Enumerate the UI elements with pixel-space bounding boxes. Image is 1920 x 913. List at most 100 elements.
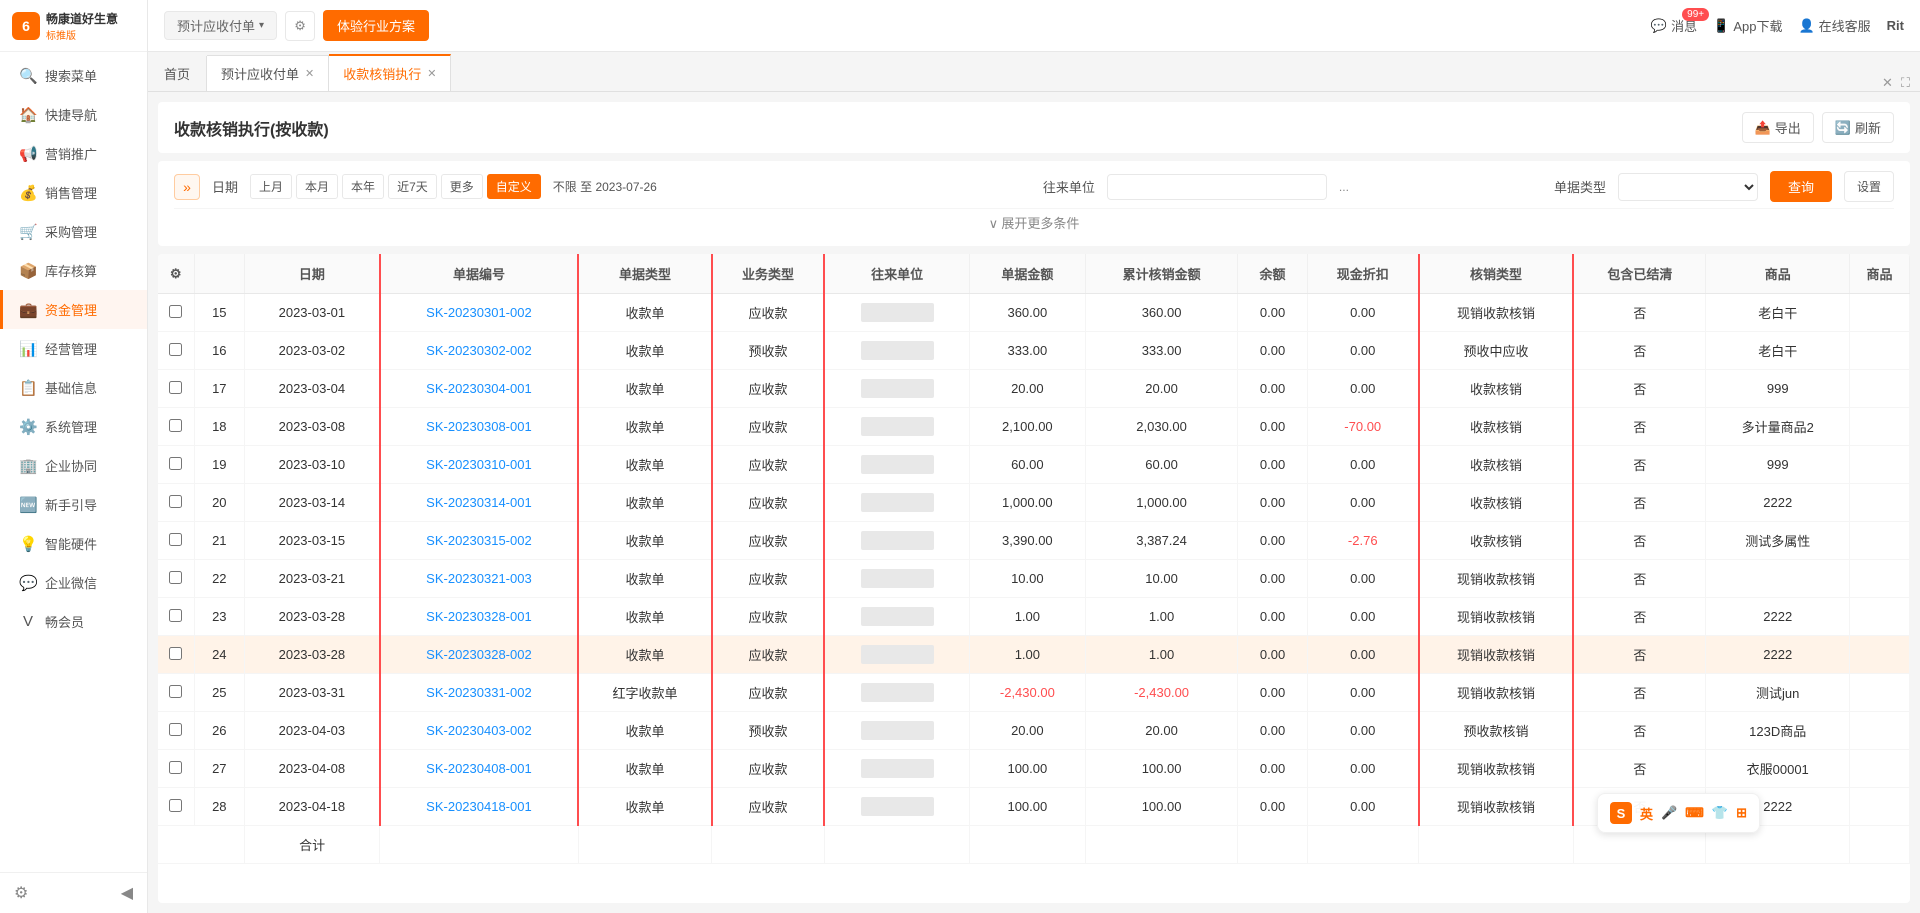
cell-checkbox[interactable] xyxy=(158,750,194,788)
sidebar-item-inventory[interactable]: 📦库存核算 xyxy=(0,251,147,290)
cell-biz-type: 预收款 xyxy=(712,332,825,370)
doc-no-link[interactable]: SK-20230301-002 xyxy=(426,305,532,320)
tab-collection-close[interactable]: ✕ xyxy=(427,67,436,80)
tab-home[interactable]: 首页 xyxy=(148,56,207,91)
cell-checkbox[interactable] xyxy=(158,294,194,332)
date-this-year[interactable]: 本年 xyxy=(342,174,384,199)
sidebar-collapse-icon[interactable]: ◀ xyxy=(121,883,133,903)
cell-checkbox[interactable] xyxy=(158,332,194,370)
doc-no-link[interactable]: SK-20230418-001 xyxy=(426,799,532,814)
cell-verified-amount: 20.00 xyxy=(1085,712,1238,750)
cell-checkbox[interactable] xyxy=(158,408,194,446)
sidebar-setting-icon[interactable]: ⚙ xyxy=(14,883,28,903)
cell-checkbox[interactable] xyxy=(158,636,194,674)
footer-discount xyxy=(1307,826,1419,864)
tab-prepay-close[interactable]: ✕ xyxy=(305,67,314,80)
tab-expand-icon[interactable]: ⛶ xyxy=(1901,75,1910,91)
mic-icon[interactable]: 🎤 xyxy=(1661,805,1677,821)
filter-settings-button[interactable]: 设置 xyxy=(1844,171,1894,202)
cell-checkbox[interactable] xyxy=(158,560,194,598)
doc-no-link[interactable]: SK-20230408-001 xyxy=(426,761,532,776)
sidebar-label-hardware: 智能硬件 xyxy=(45,534,97,553)
sidebar-item-finance[interactable]: 💼资金管理 xyxy=(0,290,147,329)
breadcrumb[interactable]: 预计应收付单 ▾ xyxy=(164,11,277,40)
sidebar-item-enterprise[interactable]: 🏢企业协同 xyxy=(0,446,147,485)
shirt-icon[interactable]: 👕 xyxy=(1712,805,1728,821)
tab-prepay[interactable]: 预计应收付单 ✕ xyxy=(207,55,329,91)
sidebar-item-marketing[interactable]: 📢营销推广 xyxy=(0,134,147,173)
doc-no-link[interactable]: SK-20230315-002 xyxy=(426,533,532,548)
sidebar-item-member[interactable]: V畅会员 xyxy=(0,602,147,641)
cell-checkbox[interactable] xyxy=(158,446,194,484)
message-button[interactable]: 💬 消息 99+ xyxy=(1651,16,1697,35)
export-button[interactable]: 📤 导出 xyxy=(1742,112,1814,143)
filter-more-dots[interactable]: ... xyxy=(1339,180,1349,194)
doc-no-link[interactable]: SK-20230304-001 xyxy=(426,381,532,396)
sidebar-item-hardware[interactable]: 💡智能硬件 xyxy=(0,524,147,563)
app-download-button[interactable]: 📱 App下载 xyxy=(1713,16,1782,35)
tab-collection[interactable]: 收款核销执行 ✕ xyxy=(329,54,451,91)
sidebar-item-quicknav[interactable]: 🏠快捷导航 xyxy=(0,95,147,134)
date-last-month[interactable]: 上月 xyxy=(250,174,292,199)
cell-verify-type: 现销收款核销 xyxy=(1419,636,1573,674)
column-settings[interactable]: ⚙ xyxy=(158,254,194,294)
receipt-type-select[interactable]: 收款单 红字收款单 xyxy=(1618,173,1758,201)
sidebar-menu: 🔍搜索菜单🏠快捷导航📢营销推广💰销售管理🛒采购管理📦库存核算💼资金管理📊经营管理… xyxy=(0,52,147,872)
cell-product2 xyxy=(1850,522,1910,560)
doc-no-link[interactable]: SK-20230331-002 xyxy=(426,685,532,700)
online-service-button[interactable]: 👤 在线客服 xyxy=(1798,16,1870,35)
doc-no-link[interactable]: SK-20230302-002 xyxy=(426,343,532,358)
tab-close-all-icon[interactable]: ✕ xyxy=(1882,75,1893,91)
date-more[interactable]: 更多 xyxy=(441,174,483,199)
grid-icon[interactable]: ⊞ xyxy=(1736,805,1747,821)
table-row: 21 2023-03-15 SK-20230315-002 收款单 应收款 ██… xyxy=(158,522,1910,560)
topbar-settings-button[interactable]: ⚙ xyxy=(285,11,315,41)
cell-checkbox[interactable] xyxy=(158,674,194,712)
sidebar-item-wechat[interactable]: 💬企业微信 xyxy=(0,563,147,602)
expand-more-button[interactable]: ∨ 展开更多条件 xyxy=(174,208,1894,236)
cell-date: 2023-03-14 xyxy=(245,484,380,522)
doc-no-link[interactable]: SK-20230314-001 xyxy=(426,495,532,510)
doc-no-link[interactable]: SK-20230308-001 xyxy=(426,419,532,434)
refresh-icon: 🔄 xyxy=(1835,120,1851,136)
cell-doc-no: SK-20230308-001 xyxy=(380,408,579,446)
cell-checkbox[interactable] xyxy=(158,484,194,522)
cell-seq: 23 xyxy=(194,598,245,636)
cell-checkbox[interactable] xyxy=(158,522,194,560)
table-row: 17 2023-03-04 SK-20230304-001 收款单 应收款 ██… xyxy=(158,370,1910,408)
cell-include-settled: 否 xyxy=(1573,294,1706,332)
refresh-button[interactable]: 🔄 刷新 xyxy=(1822,112,1894,143)
date-this-month[interactable]: 本月 xyxy=(296,174,338,199)
sidebar-item-guide[interactable]: 🆕新手引导 xyxy=(0,485,147,524)
keyboard-icon[interactable]: ⌨ xyxy=(1685,805,1704,821)
doc-no-link[interactable]: SK-20230310-001 xyxy=(426,457,532,472)
sidebar-item-sales[interactable]: 💰销售管理 xyxy=(0,173,147,212)
user-avatar[interactable]: Rit xyxy=(1887,18,1904,33)
cell-checkbox[interactable] xyxy=(158,712,194,750)
cell-include-settled: 否 xyxy=(1573,560,1706,598)
doc-no-link[interactable]: SK-20230321-003 xyxy=(426,571,532,586)
cell-checkbox[interactable] xyxy=(158,598,194,636)
date-custom[interactable]: 自定义 xyxy=(487,174,541,199)
doc-no-link[interactable]: SK-20230403-002 xyxy=(426,723,532,738)
cell-doc-type: 收款单 xyxy=(578,598,711,636)
sidebar-item-basic[interactable]: 📋基础信息 xyxy=(0,368,147,407)
cell-balance: 0.00 xyxy=(1238,598,1307,636)
doc-no-link[interactable]: SK-20230328-001 xyxy=(426,609,532,624)
sidebar-item-purchase[interactable]: 🛒采购管理 xyxy=(0,212,147,251)
date-7days[interactable]: 近7天 xyxy=(388,174,437,199)
sidebar-item-search[interactable]: 🔍搜索菜单 xyxy=(0,56,147,95)
sidebar-item-operations[interactable]: 📊经营管理 xyxy=(0,329,147,368)
query-button[interactable]: 查询 xyxy=(1770,171,1832,202)
sidebar-item-system[interactable]: ⚙️系统管理 xyxy=(0,407,147,446)
cell-checkbox[interactable] xyxy=(158,788,194,826)
solution-button[interactable]: 体验行业方案 xyxy=(323,10,429,41)
cell-seq: 26 xyxy=(194,712,245,750)
cell-product2 xyxy=(1850,674,1910,712)
trading-partner-input[interactable] xyxy=(1107,174,1327,200)
filter-toggle-button[interactable]: » xyxy=(174,174,200,200)
sidebar-label-purchase: 采购管理 xyxy=(45,222,97,241)
doc-no-link[interactable]: SK-20230328-002 xyxy=(426,647,532,662)
cell-checkbox[interactable] xyxy=(158,370,194,408)
cell-balance: 0.00 xyxy=(1238,750,1307,788)
